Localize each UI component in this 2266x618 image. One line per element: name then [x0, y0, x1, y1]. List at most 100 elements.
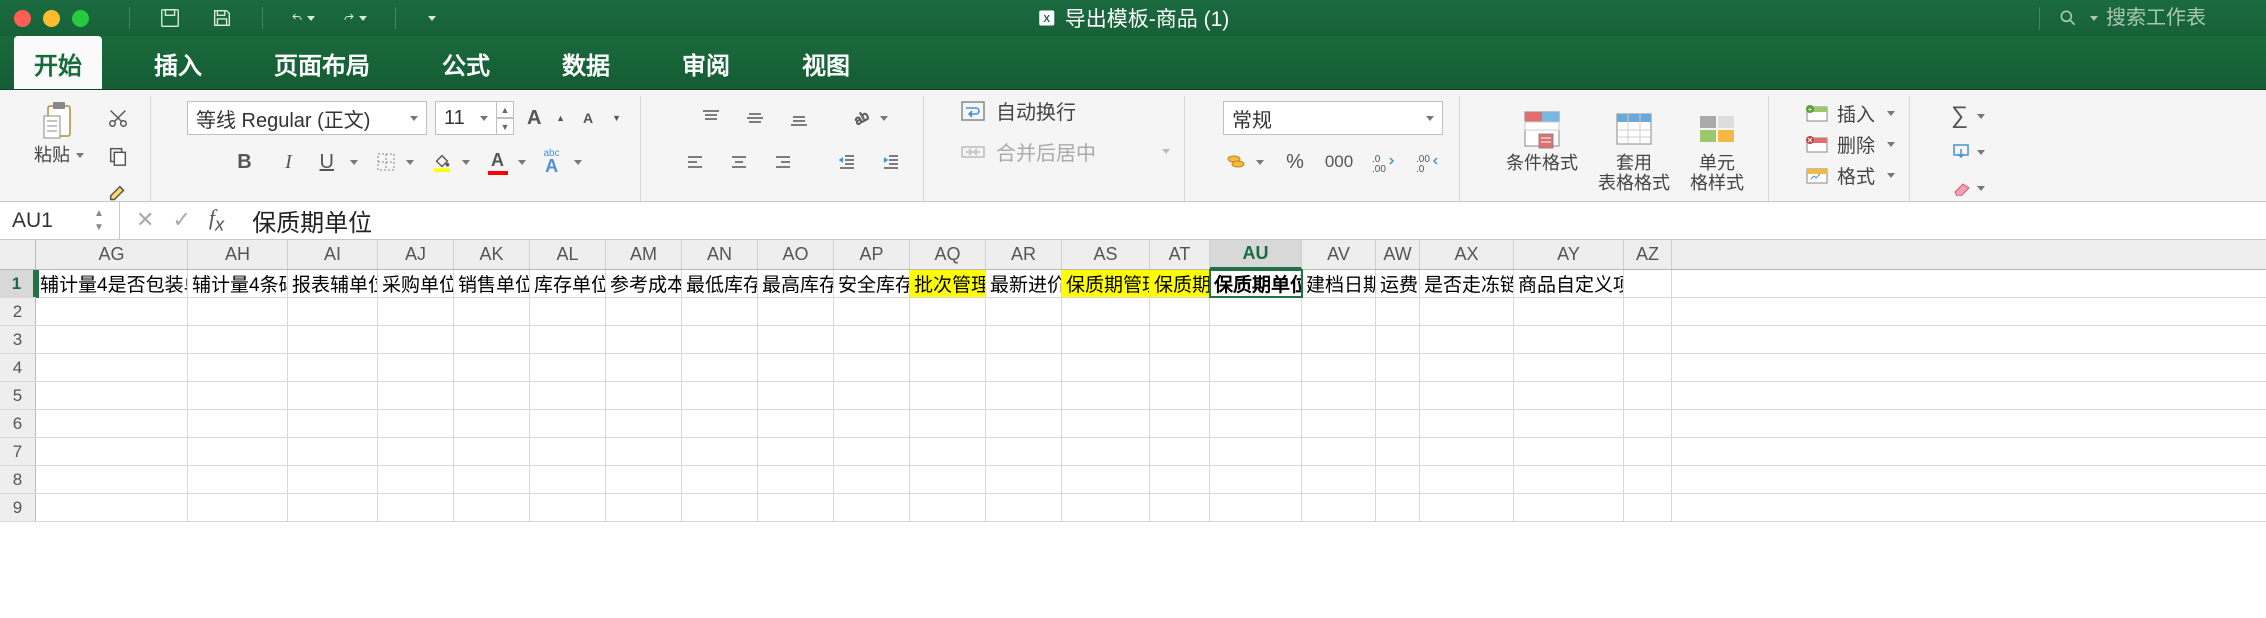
cell-AG3[interactable] — [36, 326, 188, 353]
paste-button[interactable]: 粘贴 — [24, 96, 94, 170]
save-icon[interactable] — [210, 6, 234, 30]
cell-AG1[interactable]: 辅计量4是否包装单位 — [36, 270, 188, 297]
cell-styles-button[interactable]: 单元 格样式 — [1680, 104, 1754, 198]
cell-AG2[interactable] — [36, 298, 188, 325]
cell-AH8[interactable] — [188, 466, 288, 493]
align-right-button[interactable] — [765, 146, 801, 178]
cell-AX5[interactable] — [1420, 382, 1514, 409]
cell-AU7[interactable] — [1210, 438, 1302, 465]
cell-AI5[interactable] — [288, 382, 378, 409]
cell-AQ9[interactable] — [910, 494, 986, 521]
wrap-text-button[interactable]: 自动换行 — [960, 96, 1170, 125]
cell-AY5[interactable] — [1514, 382, 1624, 409]
cell-AY1[interactable]: 商品自定义项 — [1514, 270, 1624, 297]
cell-AY2[interactable] — [1514, 298, 1624, 325]
column-header-AR[interactable]: AR — [986, 240, 1062, 269]
cell-AY4[interactable] — [1514, 354, 1624, 381]
merge-center-button[interactable]: 合并后居中 — [960, 137, 1170, 166]
cell-AK7[interactable] — [454, 438, 530, 465]
cell-AO1[interactable]: 最高库存 — [758, 270, 834, 297]
format-cells-button[interactable]: 格式 — [1805, 162, 1895, 189]
cell-AK6[interactable] — [454, 410, 530, 437]
cell-AR8[interactable] — [986, 466, 1062, 493]
minimize-window-button[interactable] — [43, 10, 60, 27]
cell-AO8[interactable] — [758, 466, 834, 493]
cell-AZ7[interactable] — [1624, 438, 1672, 465]
cell-AV5[interactable] — [1302, 382, 1376, 409]
row-header-5[interactable]: 5 — [0, 382, 36, 409]
increase-font-button[interactable]: A▲ — [522, 102, 570, 134]
cell-AL2[interactable] — [530, 298, 606, 325]
cell-AR4[interactable] — [986, 354, 1062, 381]
column-header-AM[interactable]: AM — [606, 240, 682, 269]
cell-AG5[interactable] — [36, 382, 188, 409]
cell-AR5[interactable] — [986, 382, 1062, 409]
cell-AN2[interactable] — [682, 298, 758, 325]
cell-AP9[interactable] — [834, 494, 910, 521]
cell-AI2[interactable] — [288, 298, 378, 325]
tab-formulas[interactable]: 公式 — [422, 36, 510, 89]
cell-AW6[interactable] — [1376, 410, 1420, 437]
decrease-decimal-button[interactable]: .00.0 — [1409, 146, 1445, 178]
cell-AR3[interactable] — [986, 326, 1062, 353]
cell-AL3[interactable] — [530, 326, 606, 353]
cell-AX4[interactable] — [1420, 354, 1514, 381]
column-header-AX[interactable]: AX — [1420, 240, 1514, 269]
column-header-AI[interactable]: AI — [288, 240, 378, 269]
cell-AH4[interactable] — [188, 354, 288, 381]
cell-AQ7[interactable] — [910, 438, 986, 465]
cell-AZ8[interactable] — [1624, 466, 1672, 493]
fill-button[interactable] — [1946, 136, 1990, 168]
cell-AH1[interactable]: 辅计量4条码 — [188, 270, 288, 297]
cell-AM8[interactable] — [606, 466, 682, 493]
autosum-button[interactable]: ∑ — [1946, 100, 1990, 132]
tab-page-layout[interactable]: 页面布局 — [254, 36, 390, 89]
cell-AX7[interactable] — [1420, 438, 1514, 465]
cell-AT8[interactable] — [1150, 466, 1210, 493]
cell-AW1[interactable]: 运费 — [1376, 270, 1420, 297]
cell-AV1[interactable]: 建档日期 — [1302, 270, 1376, 297]
cell-AH3[interactable] — [188, 326, 288, 353]
cell-AS9[interactable] — [1062, 494, 1150, 521]
autosave-icon[interactable] — [158, 6, 182, 30]
cell-AG9[interactable] — [36, 494, 188, 521]
cell-AQ8[interactable] — [910, 466, 986, 493]
cell-AP4[interactable] — [834, 354, 910, 381]
cell-AR9[interactable] — [986, 494, 1062, 521]
cell-AU9[interactable] — [1210, 494, 1302, 521]
cell-AU1[interactable]: 保质期单位 — [1210, 270, 1302, 297]
cell-AI9[interactable] — [288, 494, 378, 521]
cell-AP6[interactable] — [834, 410, 910, 437]
row-header-3[interactable]: 3 — [0, 326, 36, 353]
cell-AY9[interactable] — [1514, 494, 1624, 521]
cell-AU6[interactable] — [1210, 410, 1302, 437]
zoom-window-button[interactable] — [72, 10, 89, 27]
cell-AN8[interactable] — [682, 466, 758, 493]
cell-AZ9[interactable] — [1624, 494, 1672, 521]
align-bottom-button[interactable] — [781, 102, 817, 134]
cell-AL5[interactable] — [530, 382, 606, 409]
font-name-combo[interactable]: 等线 Regular (正文) — [187, 101, 427, 135]
column-header-AV[interactable]: AV — [1302, 240, 1376, 269]
cell-AW8[interactable] — [1376, 466, 1420, 493]
align-top-button[interactable] — [693, 102, 729, 134]
cell-AP3[interactable] — [834, 326, 910, 353]
cell-AW7[interactable] — [1376, 438, 1420, 465]
cell-AJ2[interactable] — [378, 298, 454, 325]
row-header-7[interactable]: 7 — [0, 438, 36, 465]
cell-AU5[interactable] — [1210, 382, 1302, 409]
name-box[interactable]: AU1 ▲▼ — [0, 202, 120, 239]
cell-AV3[interactable] — [1302, 326, 1376, 353]
cell-AV8[interactable] — [1302, 466, 1376, 493]
cell-AO9[interactable] — [758, 494, 834, 521]
cell-AX1[interactable]: 是否走冻链 — [1420, 270, 1514, 297]
cell-AG4[interactable] — [36, 354, 188, 381]
font-color-button[interactable]: A — [483, 146, 531, 178]
cell-AT3[interactable] — [1150, 326, 1210, 353]
formula-input[interactable] — [240, 202, 2266, 239]
italic-button[interactable]: I — [271, 146, 307, 178]
cell-AS2[interactable] — [1062, 298, 1150, 325]
cell-AP5[interactable] — [834, 382, 910, 409]
orientation-button[interactable]: ab — [845, 102, 893, 134]
tab-insert[interactable]: 插入 — [134, 36, 222, 89]
